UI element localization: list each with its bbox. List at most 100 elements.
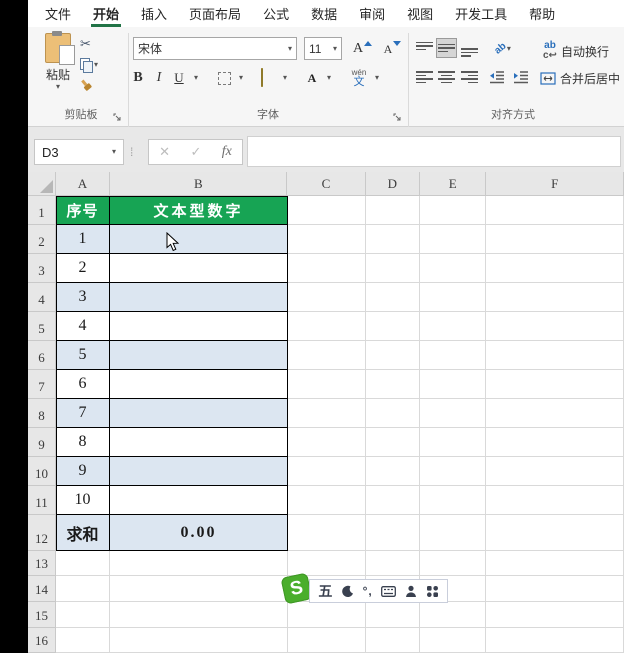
row-header-1[interactable]: 1 bbox=[28, 196, 56, 225]
cell-A13[interactable] bbox=[56, 551, 110, 576]
bottom-align-button[interactable] bbox=[459, 39, 480, 59]
cell-B3[interactable] bbox=[110, 254, 288, 283]
row-header-15[interactable]: 15 bbox=[28, 602, 56, 628]
cell-B2[interactable] bbox=[110, 225, 288, 254]
cell-F8[interactable] bbox=[486, 399, 624, 428]
cell-B1[interactable]: 文本型数字 bbox=[110, 196, 288, 225]
cell-F16[interactable] bbox=[486, 628, 624, 653]
cell-F15[interactable] bbox=[486, 602, 624, 628]
phonetic-guide-button[interactable]: wén 文 bbox=[349, 67, 369, 89]
cell-E16[interactable] bbox=[420, 628, 486, 653]
cell-A8[interactable]: 7 bbox=[56, 399, 110, 428]
cell-F4[interactable] bbox=[486, 283, 624, 312]
cell-C10[interactable] bbox=[288, 457, 366, 486]
cell-F2[interactable] bbox=[486, 225, 624, 254]
column-header-D[interactable]: D bbox=[365, 172, 421, 196]
cell-F11[interactable] bbox=[486, 486, 624, 515]
align-left-button[interactable] bbox=[414, 67, 435, 87]
ime-wubi-mode-button[interactable]: 五 bbox=[318, 581, 332, 601]
ime-toolbox-icon[interactable] bbox=[426, 585, 439, 598]
cell-D9[interactable] bbox=[366, 428, 420, 457]
borders-dropdown[interactable]: ▾ bbox=[235, 67, 247, 89]
cell-A1[interactable]: 序号 bbox=[56, 196, 110, 225]
cell-E15[interactable] bbox=[420, 602, 486, 628]
cell-D3[interactable] bbox=[366, 254, 420, 283]
cell-B5[interactable] bbox=[110, 312, 288, 341]
cell-E6[interactable] bbox=[420, 341, 486, 370]
cell-A10[interactable]: 9 bbox=[56, 457, 110, 486]
cell-B10[interactable] bbox=[110, 457, 288, 486]
decrease-indent-button[interactable] bbox=[486, 67, 507, 87]
cell-A3[interactable]: 2 bbox=[56, 254, 110, 283]
cell-C7[interactable] bbox=[288, 370, 366, 399]
copy-dropdown-icon[interactable]: ▾ bbox=[94, 60, 98, 69]
cell-D6[interactable] bbox=[366, 341, 420, 370]
cell-A9[interactable]: 8 bbox=[56, 428, 110, 457]
cell-E12[interactable] bbox=[420, 515, 486, 551]
font-size-combobox[interactable]: 11 ▾ bbox=[304, 37, 342, 60]
cell-E9[interactable] bbox=[420, 428, 486, 457]
formula-input[interactable] bbox=[247, 136, 621, 167]
tab-view[interactable]: 视图 bbox=[396, 0, 444, 27]
cell-C4[interactable] bbox=[288, 283, 366, 312]
cell-E5[interactable] bbox=[420, 312, 486, 341]
cell-E8[interactable] bbox=[420, 399, 486, 428]
ime-punctuation-button[interactable]: °, bbox=[363, 584, 373, 598]
clipboard-dialog-launcher[interactable] bbox=[112, 110, 123, 121]
cell-B6[interactable] bbox=[110, 341, 288, 370]
cell-F14[interactable] bbox=[486, 576, 624, 602]
cell-C3[interactable] bbox=[288, 254, 366, 283]
cell-C16[interactable] bbox=[288, 628, 366, 653]
cell-F7[interactable] bbox=[486, 370, 624, 399]
cell-E1[interactable] bbox=[420, 196, 486, 225]
cell-A15[interactable] bbox=[56, 602, 110, 628]
cut-button[interactable]: ✂ bbox=[78, 33, 124, 54]
fill-color-dropdown[interactable]: ▾ bbox=[279, 67, 291, 89]
row-header-6[interactable]: 6 bbox=[28, 341, 56, 370]
cell-D8[interactable] bbox=[366, 399, 420, 428]
row-header-8[interactable]: 8 bbox=[28, 399, 56, 428]
cell-D11[interactable] bbox=[366, 486, 420, 515]
row-header-14[interactable]: 14 bbox=[28, 576, 56, 602]
cell-D2[interactable] bbox=[366, 225, 420, 254]
cell-C12[interactable] bbox=[288, 515, 366, 551]
font-color-button[interactable]: A bbox=[303, 67, 321, 89]
cell-D1[interactable] bbox=[366, 196, 420, 225]
cell-B4[interactable] bbox=[110, 283, 288, 312]
cell-C6[interactable] bbox=[288, 341, 366, 370]
fill-color-button[interactable] bbox=[259, 67, 277, 89]
column-header-E[interactable]: E bbox=[420, 172, 487, 196]
italic-button[interactable]: I bbox=[150, 67, 168, 89]
cell-A6[interactable]: 5 bbox=[56, 341, 110, 370]
tab-page-layout[interactable]: 页面布局 bbox=[178, 0, 252, 27]
cell-D16[interactable] bbox=[366, 628, 420, 653]
cell-A4[interactable]: 3 bbox=[56, 283, 110, 312]
cell-A5[interactable]: 4 bbox=[56, 312, 110, 341]
cell-A12-sum-label[interactable]: 求和 bbox=[56, 515, 110, 551]
cell-D15[interactable] bbox=[366, 602, 420, 628]
column-header-B[interactable]: B bbox=[110, 172, 288, 196]
paste-dropdown-icon[interactable]: ▾ bbox=[56, 83, 60, 91]
cell-A14[interactable] bbox=[56, 576, 110, 602]
row-header-10[interactable]: 10 bbox=[28, 457, 56, 486]
select-all-corner[interactable] bbox=[28, 172, 56, 196]
format-painter-button[interactable] bbox=[78, 75, 124, 96]
sogou-ime-logo[interactable]: S bbox=[280, 572, 313, 605]
orientation-button[interactable]: ab ▾ bbox=[488, 39, 518, 59]
cell-C2[interactable] bbox=[288, 225, 366, 254]
borders-button[interactable] bbox=[215, 67, 233, 89]
cell-E4[interactable] bbox=[420, 283, 486, 312]
cell-A2[interactable]: 1 bbox=[56, 225, 110, 254]
font-dialog-launcher[interactable] bbox=[392, 110, 403, 121]
font-name-combobox[interactable]: 宋体 ▾ bbox=[133, 37, 297, 60]
cell-D12[interactable] bbox=[366, 515, 420, 551]
align-right-button[interactable] bbox=[459, 67, 480, 87]
copy-button[interactable]: ▾ bbox=[78, 54, 124, 75]
phonetic-guide-dropdown[interactable]: ▾ bbox=[371, 67, 383, 89]
cell-C11[interactable] bbox=[288, 486, 366, 515]
underline-button[interactable]: U bbox=[170, 67, 188, 89]
cell-D4[interactable] bbox=[366, 283, 420, 312]
bold-button[interactable]: B bbox=[128, 67, 148, 89]
cell-C13[interactable] bbox=[288, 551, 366, 576]
increase-indent-button[interactable] bbox=[510, 67, 531, 87]
